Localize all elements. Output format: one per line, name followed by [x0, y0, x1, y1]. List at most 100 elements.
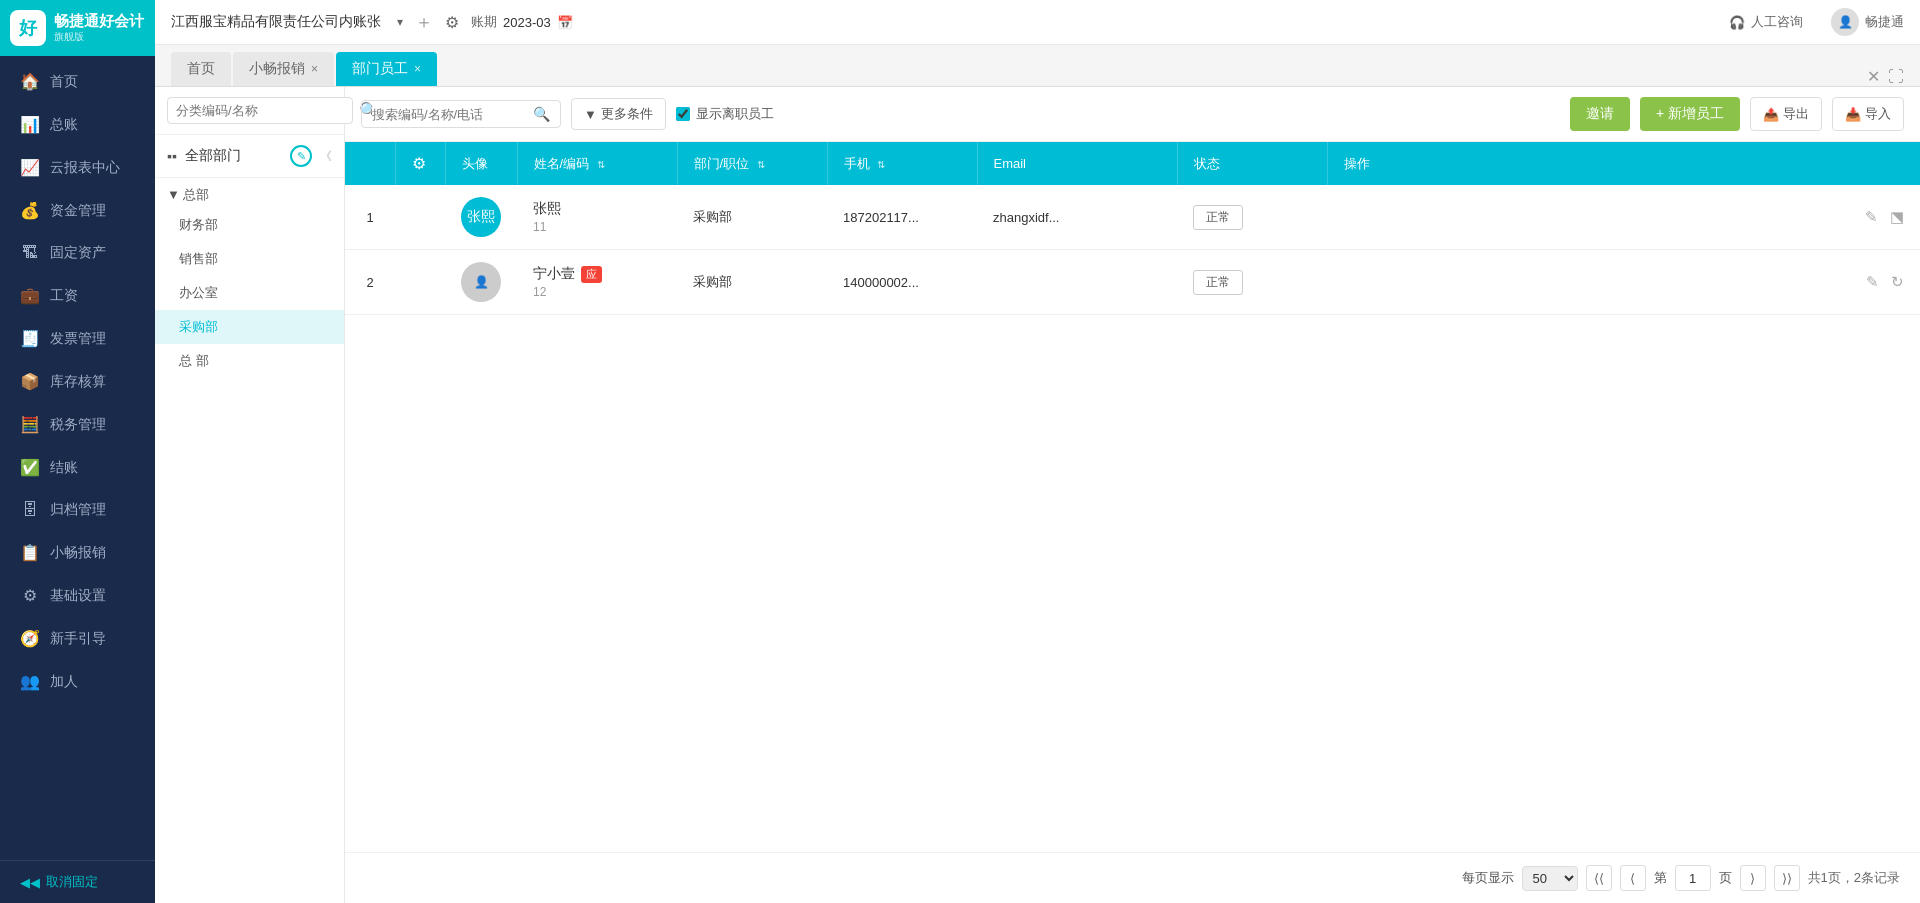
cell-dept-2: 采购部: [677, 250, 827, 315]
calendar-icon[interactable]: 📅: [557, 15, 573, 30]
dept-collapse-icon[interactable]: 《: [320, 148, 332, 165]
logout-icon-1[interactable]: ⬔: [1890, 208, 1904, 226]
cell-avatar-1: 张熙: [445, 185, 517, 250]
expense-icon: 📋: [20, 543, 40, 562]
topbar-settings-icon[interactable]: ⚙: [445, 13, 459, 32]
dept-item-hq[interactable]: 总 部: [155, 344, 344, 378]
cell-phone-1: 187202117...: [827, 185, 977, 250]
sidebar-item-add-user[interactable]: 👥 加人: [0, 660, 155, 703]
col-header-actions: 操作: [1327, 142, 1920, 185]
column-settings-icon[interactable]: ⚙: [412, 155, 426, 172]
tab-home[interactable]: 首页: [171, 52, 231, 86]
customer-service-button[interactable]: 🎧 人工咨询: [1729, 13, 1803, 31]
employee-table: ⚙ 头像 姓名/编码 ⇅ 部门/职位 ⇅ 手机 ⇅: [345, 142, 1920, 315]
table-row: 2 👤 宁小壹 应: [345, 250, 1920, 315]
cell-actions-2: ✎ ↻: [1327, 250, 1920, 315]
tab-expense-close[interactable]: ×: [311, 62, 318, 76]
sidebar-item-settings[interactable]: ⚙ 基础设置: [0, 574, 155, 617]
cell-settings-1: [395, 185, 445, 250]
page-size-select[interactable]: 50 10 20 100: [1522, 866, 1578, 891]
add-employee-button[interactable]: + 新增员工: [1640, 97, 1740, 131]
show-resigned-input[interactable]: [676, 107, 690, 121]
invite-button[interactable]: 邀请: [1570, 97, 1630, 131]
page-last-button[interactable]: ⟩⟩: [1774, 865, 1800, 891]
sidebar-item-invoice[interactable]: 🧾 发票管理: [0, 317, 155, 360]
sidebar-item-fixed-assets[interactable]: 🏗 固定资产: [0, 232, 155, 274]
col-header-name[interactable]: 姓名/编码 ⇅: [517, 142, 677, 185]
export-label: 导出: [1783, 105, 1809, 123]
tab-department[interactable]: 部门员工 ×: [336, 52, 437, 86]
sidebar-item-expense[interactable]: 📋 小畅报销: [0, 531, 155, 574]
tab-department-label: 部门员工: [352, 60, 408, 78]
sidebar-item-reports[interactable]: 📈 云报表中心: [0, 146, 155, 189]
page-prev-button[interactable]: ⟨: [1620, 865, 1646, 891]
period-label: 账期 2023-03 📅: [471, 13, 573, 31]
cell-dept-1: 采购部: [677, 185, 827, 250]
payroll-icon: 💼: [20, 286, 40, 305]
employee-search-icon[interactable]: 🔍: [533, 106, 550, 122]
filter-button[interactable]: ▼ 更多条件: [571, 98, 666, 130]
sidebar-item-archive[interactable]: 🗄 归档管理: [0, 489, 155, 531]
dept-grid-icon: ▪▪: [167, 148, 177, 164]
employee-search-box: 🔍: [361, 100, 561, 128]
tab-close-all-icon[interactable]: ✕: [1867, 67, 1880, 86]
dept-search-input[interactable]: [167, 97, 353, 124]
col-header-dept[interactable]: 部门/职位 ⇅: [677, 142, 827, 185]
refresh-icon-2[interactable]: ↻: [1891, 273, 1904, 291]
show-resigned-checkbox[interactable]: 显示离职员工: [676, 105, 774, 123]
page-prefix: 第: [1654, 869, 1667, 887]
user-menu[interactable]: 👤 畅捷通: [1831, 8, 1904, 36]
dept-item-office[interactable]: 办公室: [155, 276, 344, 310]
page-total: 共1页，2条记录: [1808, 869, 1900, 887]
page-next-button[interactable]: ⟩: [1740, 865, 1766, 891]
page-first-button[interactable]: ⟨⟨: [1586, 865, 1612, 891]
sidebar-item-close-accounts[interactable]: ✅ 结账: [0, 446, 155, 489]
dept-item-finance[interactable]: 财务部: [155, 208, 344, 242]
import-button[interactable]: 📥 导入: [1832, 97, 1904, 131]
logo-text-block: 畅捷通好会计 旗舰版: [54, 12, 144, 44]
sidebar-item-funds[interactable]: 💰 资金管理: [0, 189, 155, 232]
cell-name-1: 张熙 11: [517, 185, 677, 250]
invoice-icon: 🧾: [20, 329, 40, 348]
tab-expense[interactable]: 小畅报销 ×: [233, 52, 334, 86]
name-code-1: 张熙 11: [533, 200, 661, 234]
dept-all-header: ▪▪ 全部部门 ✎ 《: [155, 135, 344, 178]
dept-all-label[interactable]: 全部部门: [185, 147, 282, 165]
tab-maximize-icon[interactable]: ⛶: [1888, 68, 1904, 86]
avatar-1: 张熙: [461, 197, 501, 237]
dept-item-sales[interactable]: 销售部: [155, 242, 344, 276]
sidebar-item-home[interactable]: 🏠 首页: [0, 60, 155, 103]
tab-department-close[interactable]: ×: [414, 62, 421, 76]
topbar: 江西服宝精品有限责任公司内账张 ▾ ＋ ⚙ 账期 2023-03 📅 🎧 人工咨…: [155, 0, 1920, 45]
dept-edit-button[interactable]: ✎: [290, 145, 312, 167]
col-header-status: 状态: [1177, 142, 1327, 185]
archive-icon: 🗄: [20, 501, 40, 519]
col-header-phone[interactable]: 手机 ⇅: [827, 142, 977, 185]
cell-avatar-2: 👤: [445, 250, 517, 315]
app-subtitle: 旗舰版: [54, 30, 144, 44]
topbar-add-icon[interactable]: ＋: [415, 10, 433, 34]
sidebar-unpin-button[interactable]: ◀◀ 取消固定: [0, 860, 155, 903]
sidebar-item-guide[interactable]: 🧭 新手引导: [0, 617, 155, 660]
reports-icon: 📈: [20, 158, 40, 177]
dept-item-purchasing[interactable]: 采购部: [155, 310, 344, 344]
col-header-settings[interactable]: ⚙: [395, 142, 445, 185]
company-dropdown-icon[interactable]: ▾: [397, 15, 403, 29]
edit-icon-1[interactable]: ✎: [1865, 208, 1878, 226]
cell-no-2: 2: [345, 250, 395, 315]
sidebar-label-invoice: 发票管理: [50, 330, 106, 348]
sidebar-item-tax[interactable]: 🧮 税务管理: [0, 403, 155, 446]
page-number-input[interactable]: [1675, 865, 1711, 891]
export-button[interactable]: 📤 导出: [1750, 97, 1822, 131]
main-area: 江西服宝精品有限责任公司内账张 ▾ ＋ ⚙ 账期 2023-03 📅 🎧 人工咨…: [155, 0, 1920, 903]
tab-expense-label: 小畅报销: [249, 60, 305, 78]
employee-search-input[interactable]: [372, 107, 527, 122]
edit-icon-2[interactable]: ✎: [1866, 273, 1879, 291]
cell-email-2: [977, 250, 1177, 315]
sidebar-item-inventory[interactable]: 📦 库存核算: [0, 360, 155, 403]
sidebar-item-payroll[interactable]: 💼 工资: [0, 274, 155, 317]
status-badge-1: 正常: [1193, 205, 1243, 230]
sidebar-label-funds: 资金管理: [50, 202, 106, 220]
sidebar-item-ledger[interactable]: 📊 总账: [0, 103, 155, 146]
status-badge-2: 正常: [1193, 270, 1243, 295]
